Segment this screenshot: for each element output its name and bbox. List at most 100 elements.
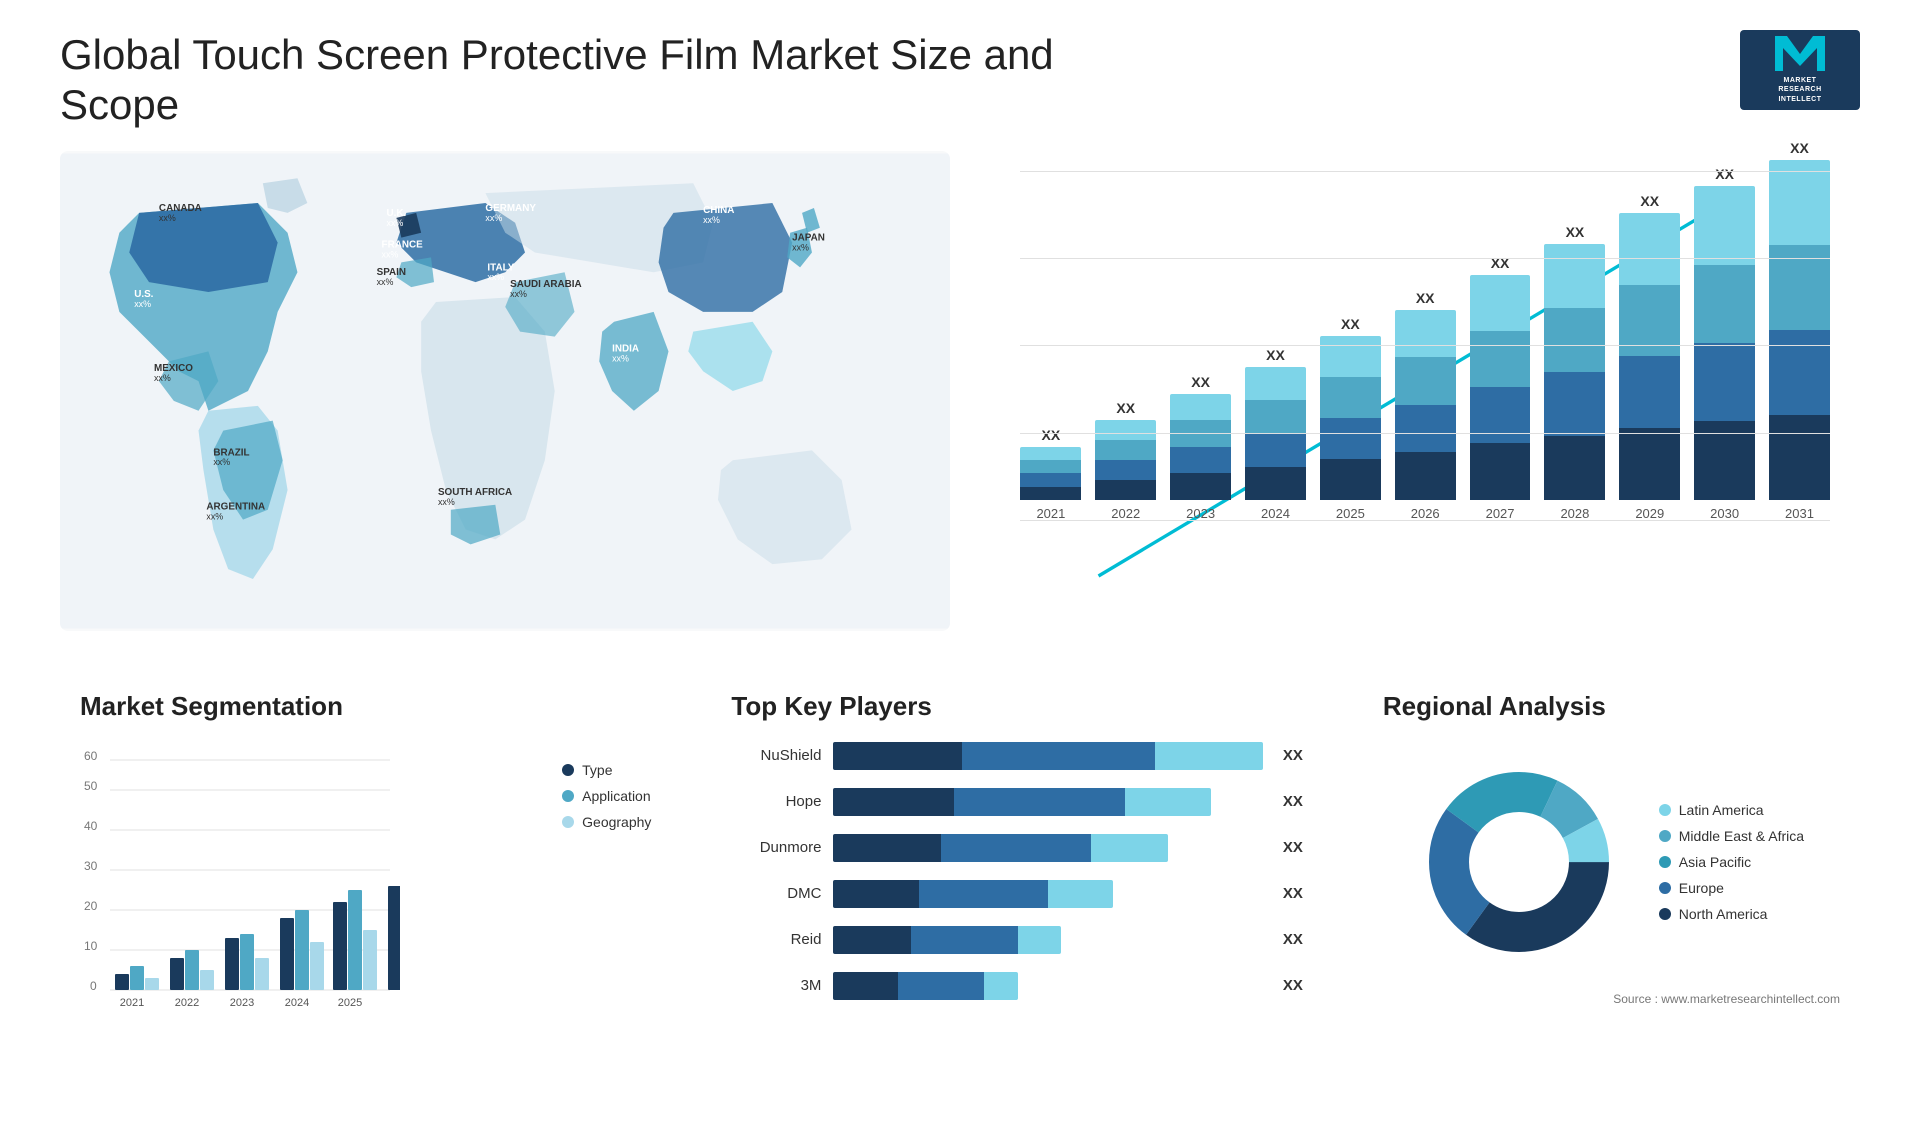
player-bar-segment [833,926,910,954]
bar-xx-label: XX [1715,166,1734,182]
player-bar-wrap [833,834,1262,862]
svg-text:2022: 2022 [175,997,199,1009]
player-bar-wrap [833,742,1262,770]
bar-group: XX2024 [1245,347,1306,520]
svg-text:xx%: xx% [206,511,223,521]
bar-segment [1245,400,1306,433]
player-bar-segment [1018,926,1061,954]
type-dot [562,764,574,776]
player-bar-segment [911,926,1018,954]
svg-text:60: 60 [84,749,98,763]
svg-text:0: 0 [90,979,97,993]
player-bar-segment [954,788,1126,816]
bar-year-label: 2025 [1336,506,1365,521]
logo-area: MARKET RESEARCH INTELLECT [1740,30,1860,110]
players-list: NuShieldXXHopeXXDunmoreXXDMCXXReidXX3MXX [731,742,1302,1000]
bar-year-label: 2022 [1111,506,1140,521]
player-name: DMC [731,885,821,902]
player-bar-segment [833,972,897,1000]
player-bar [833,926,1061,954]
logo-letter [1775,36,1825,76]
svg-text:30: 30 [84,859,98,873]
page-title: Global Touch Screen Protective Film Mark… [60,30,1160,131]
bar-segment [1619,213,1680,285]
bar-group: XX2029 [1619,193,1680,521]
svg-text:xx%: xx% [213,457,230,467]
bar-segment [1170,447,1231,473]
legend-apac: Asia Pacific [1659,854,1804,870]
bar-segment [1245,467,1306,500]
header: Global Touch Screen Protective Film Mark… [60,30,1860,131]
legend-europe: Europe [1659,880,1804,896]
apac-label: Asia Pacific [1679,854,1751,870]
bar-segment [1245,367,1306,400]
player-row: ReidXX [731,926,1302,954]
segmentation-section: Market Segmentation 0 10 20 30 40 50 60 [60,671,671,1047]
bar-year-label: 2028 [1560,506,1589,521]
bar-segment [1544,372,1605,436]
svg-text:2021: 2021 [120,997,144,1009]
regional-section: Regional Analysis [1363,671,1860,1047]
player-bar-segment [833,788,953,816]
bar-group: XX2030 [1694,166,1755,521]
bar-segment [1694,421,1755,499]
player-bar-wrap [833,880,1262,908]
bar-segment [1769,245,1830,330]
mea-label: Middle East & Africa [1679,828,1804,844]
bar-segment [1020,487,1081,500]
player-bar-segment [833,834,940,862]
bar-segment [1095,480,1156,500]
bar-xx-label: XX [1491,255,1510,271]
logo-text: MARKET RESEARCH INTELLECT [1778,76,1821,103]
legend-application: Application [562,788,651,804]
app-label: Application [582,788,651,804]
player-bar-segment [898,972,984,1000]
svg-text:xx%: xx% [377,277,394,287]
europe-label: Europe [1679,880,1724,896]
player-value: XX [1283,793,1303,810]
bar-segment [1619,356,1680,428]
bar-segment [1619,428,1680,500]
bar-xx-label: XX [1191,374,1210,390]
player-name: NuShield [731,747,821,764]
player-bar-segment [941,834,1091,862]
bar-segment [1470,387,1531,443]
svg-text:xx%: xx% [485,213,502,223]
svg-text:10: 10 [84,939,98,953]
bar-group: XX2027 [1470,255,1531,521]
bar-segment [1170,394,1231,420]
svg-text:xx%: xx% [510,289,527,299]
bar-segment [1619,285,1680,357]
bar-segment [1020,447,1081,460]
bar-group: XX 2028 [1544,224,1605,521]
bar-group: XX2031 [1769,140,1830,521]
bar-segment [1170,473,1231,499]
svg-text:2023: 2023 [230,997,254,1009]
svg-text:2025: 2025 [338,997,362,1009]
app-dot [562,790,574,802]
bar-segment [1020,460,1081,473]
bar-segment [1544,308,1605,372]
player-value: XX [1283,885,1303,902]
player-bar-segment [919,880,1048,908]
bar-segment [1320,418,1381,459]
player-bar-segment [1155,742,1262,770]
svg-text:40: 40 [84,819,98,833]
bar-year-label: 2029 [1635,506,1664,521]
regional-legend: Latin America Middle East & Africa Asia … [1659,802,1804,922]
bar-xx-label: XX [1566,224,1585,240]
bar-segment [1170,420,1231,446]
bar-segment [1320,336,1381,377]
player-bar-segment [1125,788,1211,816]
player-row: 3MXX [731,972,1302,1000]
bar-segment [1694,186,1755,264]
svg-text:xx%: xx% [134,299,151,309]
bar-group: XX2025 [1320,316,1381,520]
bar-segment [1470,275,1531,331]
bar-year-label: 2021 [1036,506,1065,521]
player-value: XX [1283,839,1303,856]
page: Global Touch Screen Protective Film Mark… [0,0,1920,1146]
bar-segment [1395,405,1456,452]
bar-segment [1095,440,1156,460]
bar-group: XX2023 [1170,374,1231,521]
